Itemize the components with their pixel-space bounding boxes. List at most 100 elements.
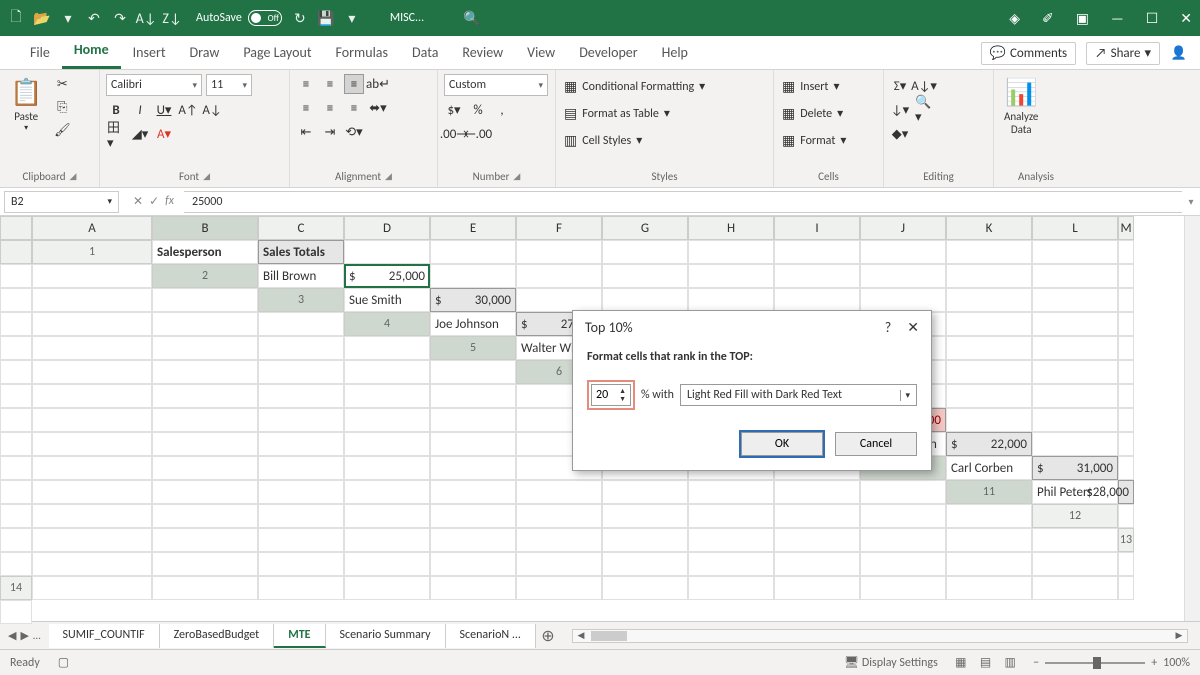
cell[interactable] — [602, 480, 688, 504]
cell[interactable] — [258, 480, 344, 504]
font-launcher-icon[interactable]: ◢ — [203, 171, 210, 182]
column-header[interactable]: D — [344, 216, 430, 240]
cell[interactable] — [32, 336, 152, 360]
cell[interactable] — [516, 264, 602, 288]
cell[interactable] — [32, 288, 152, 312]
cell[interactable] — [32, 312, 152, 336]
cell[interactable] — [344, 504, 430, 528]
normal-view-icon[interactable]: ▦ — [950, 654, 972, 671]
sheet-nav-more-icon[interactable]: … — [33, 629, 41, 642]
percent-icon[interactable]: % — [468, 100, 488, 120]
currency-icon[interactable]: $▾ — [444, 100, 464, 120]
cell[interactable] — [0, 528, 32, 552]
enter-formula-icon[interactable]: ✓ — [149, 194, 159, 209]
cell[interactable] — [860, 264, 946, 288]
analyze-data-button[interactable]: 📊 Analyze Data — [1000, 74, 1042, 138]
row-header[interactable]: 14 — [0, 576, 32, 600]
ok-button[interactable]: OK — [741, 432, 823, 456]
cell[interactable] — [1118, 504, 1134, 528]
merge-icon[interactable]: ⬌▾ — [368, 98, 388, 118]
cell[interactable] — [152, 504, 258, 528]
cell[interactable] — [32, 504, 152, 528]
cell[interactable] — [32, 408, 152, 432]
cell[interactable] — [430, 552, 516, 576]
cell[interactable] — [0, 312, 32, 336]
cell[interactable] — [32, 360, 152, 384]
cell[interactable] — [1118, 408, 1134, 432]
cell[interactable] — [32, 384, 152, 408]
cell[interactable] — [152, 384, 258, 408]
paste-button[interactable]: 📋 Paste▾ — [6, 74, 46, 135]
cell[interactable] — [0, 432, 32, 456]
cell[interactable] — [344, 384, 430, 408]
tab-review[interactable]: Review — [450, 36, 515, 69]
cell[interactable] — [516, 552, 602, 576]
cell[interactable] — [1032, 336, 1118, 360]
format-cells-button[interactable]: ▦Format ▾ — [780, 130, 848, 151]
cell[interactable] — [258, 336, 344, 360]
undo-icon[interactable]: ↶ — [86, 10, 102, 26]
column-header[interactable]: G — [602, 216, 688, 240]
page-break-view-icon[interactable]: ▥ — [999, 654, 1021, 671]
scroll-left-icon[interactable]: ◀ — [573, 630, 589, 641]
sheet-tab[interactable]: ZeroBasedBudget — [160, 624, 275, 648]
cell[interactable] — [258, 408, 344, 432]
cell[interactable] — [258, 432, 344, 456]
column-header[interactable]: L — [1032, 216, 1118, 240]
fill-icon[interactable]: ↓▾ — [890, 100, 910, 120]
cell[interactable] — [0, 360, 32, 384]
cell[interactable] — [860, 240, 946, 264]
cell[interactable] — [430, 384, 516, 408]
column-header[interactable]: K — [946, 216, 1032, 240]
cell[interactable] — [344, 528, 430, 552]
autosum-icon[interactable]: Σ▾ — [890, 76, 910, 96]
cell[interactable] — [602, 576, 688, 600]
cell[interactable] — [0, 288, 32, 312]
dialog-help-icon[interactable]: ? — [885, 319, 892, 336]
cell[interactable] — [0, 384, 32, 408]
row-header[interactable]: 11 — [946, 480, 1032, 504]
copy-icon[interactable]: ⎘ — [52, 97, 72, 117]
cell[interactable] — [344, 480, 430, 504]
cell[interactable] — [774, 528, 860, 552]
tab-formulas[interactable]: Formulas — [324, 36, 400, 69]
column-header[interactable]: J — [860, 216, 946, 240]
cell[interactable] — [344, 360, 430, 384]
cut-icon[interactable]: ✂ — [52, 74, 72, 94]
cell[interactable] — [430, 504, 516, 528]
cell[interactable] — [0, 456, 32, 480]
tab-page-layout[interactable]: Page Layout — [231, 36, 323, 69]
cell[interactable] — [258, 552, 344, 576]
orientation-icon[interactable]: ⟲▾ — [344, 122, 364, 142]
cell[interactable] — [430, 240, 516, 264]
row-header[interactable]: 3 — [258, 288, 344, 312]
underline-button[interactable]: U▾ — [154, 100, 174, 120]
cell[interactable] — [152, 480, 258, 504]
column-header[interactable]: F — [516, 216, 602, 240]
column-header[interactable]: C — [258, 216, 344, 240]
cell[interactable] — [860, 576, 946, 600]
cell[interactable] — [1118, 432, 1134, 456]
tab-data[interactable]: Data — [400, 36, 450, 69]
tab-draw[interactable]: Draw — [178, 36, 232, 69]
cell[interactable] — [1032, 432, 1118, 456]
align-left-icon[interactable]: ≡ — [296, 98, 316, 118]
cell[interactable] — [860, 504, 946, 528]
cell[interactable] — [688, 552, 774, 576]
cell[interactable] — [32, 528, 152, 552]
cell[interactable]: Carl Corben — [946, 456, 1032, 480]
zoom-out-icon[interactable]: − — [1033, 656, 1039, 670]
cancel-button[interactable]: Cancel — [835, 432, 917, 456]
ribbon-display-icon[interactable]: ▣ — [1076, 10, 1089, 27]
cell[interactable] — [1118, 384, 1134, 408]
font-size-combo[interactable]: 11▾ — [206, 74, 252, 96]
cell[interactable] — [946, 408, 1032, 432]
fill-color-icon[interactable]: ◢▾ — [130, 124, 150, 144]
formula-input[interactable]: 25000 — [184, 191, 1182, 213]
cell[interactable] — [152, 576, 258, 600]
cell[interactable] — [1032, 264, 1118, 288]
horizontal-scrollbar[interactable]: ◀ ▶ — [572, 629, 1188, 643]
comments-button[interactable]: 💬 Comments — [981, 42, 1076, 65]
tab-home[interactable]: Home — [62, 33, 121, 69]
refresh-icon[interactable]: ↻ — [292, 10, 308, 26]
